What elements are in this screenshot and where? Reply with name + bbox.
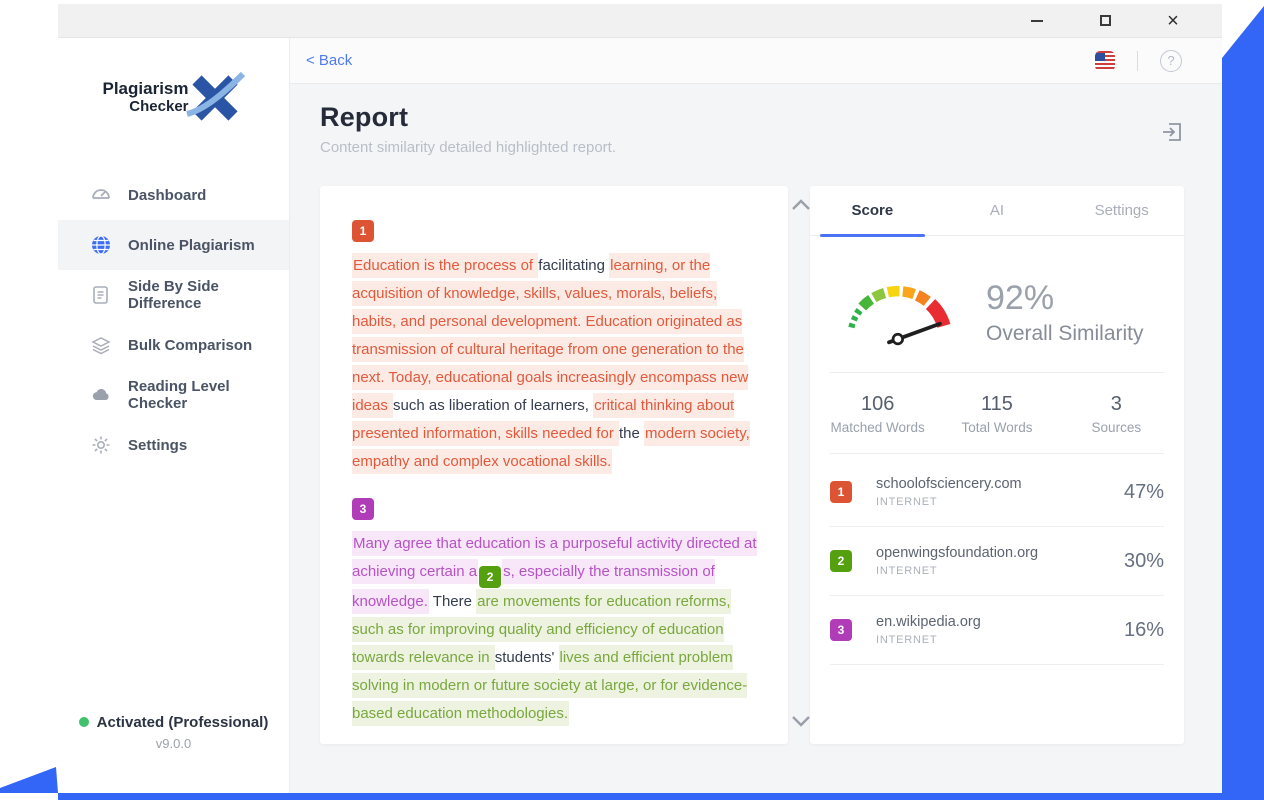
activation-status: Activated (Professional) v9.0.0 <box>58 714 289 752</box>
us-flag-icon[interactable] <box>1095 51 1115 71</box>
stat-value: 3 <box>1057 393 1176 416</box>
export-report-icon[interactable] <box>1160 120 1184 149</box>
source-percent: 30% <box>1124 550 1164 573</box>
sidebar-item-online-plagiarism[interactable]: Online Plagiarism <box>58 220 289 270</box>
tab-ai[interactable]: AI <box>935 186 1060 235</box>
source-type: INTERNET <box>876 496 1124 508</box>
tab-score[interactable]: Score <box>810 186 935 235</box>
source-badge-3[interactable]: 3 <box>352 498 374 520</box>
source-row-schoolofsciencery-com[interactable]: 1 schoolofsciencery.com INTERNET47% <box>830 458 1164 527</box>
doc-run: There <box>429 593 476 610</box>
sidebar-item-label: Dashboard <box>128 187 206 204</box>
source-list: 1schoolofsciencery.comINTERNET47%2openwi… <box>810 454 1184 665</box>
source-badge-2: 2 <box>830 550 852 572</box>
sidebar-item-label: Bulk Comparison <box>128 337 252 354</box>
stat-total-words: 115 Total Words <box>937 393 1056 435</box>
logo-text-line2: Checker <box>103 98 189 115</box>
doc-text: Education is the process of facilitating… <box>352 252 760 476</box>
help-icon[interactable]: ? <box>1160 50 1182 72</box>
page-subtitle: Content similarity detailed highlighted … <box>320 139 616 156</box>
doc-run: Education is the process of <box>352 253 538 278</box>
sidebar-item-label: Online Plagiarism <box>128 237 255 254</box>
overall-similarity-percent: 92% <box>986 279 1144 318</box>
source-badge-2[interactable]: 2 <box>479 566 501 588</box>
doc-paragraph: 1 Education is the process of facilitatin… <box>352 220 762 476</box>
doc-run: such as liberation of learners, <box>393 397 593 414</box>
doc-text: Many agree that education is a purposefu… <box>352 530 760 728</box>
scroll-down-icon[interactable] <box>790 714 812 733</box>
stat-label: Total Words <box>937 420 1056 435</box>
document-text: 1 Education is the process of facilitatin… <box>320 186 788 744</box>
logo-text-line1: Plagiarism <box>103 79 189 99</box>
source-badge-1: 1 <box>830 481 852 503</box>
document-icon <box>90 284 112 306</box>
stats-row: 106 Matched Words115 Total Words3 Sources <box>810 373 1184 453</box>
sidebar-nav: Dashboard Online Plagiarism Side By Side D… <box>58 170 289 470</box>
source-badge-3: 3 <box>830 619 852 641</box>
minimize-icon[interactable] <box>1022 8 1052 34</box>
stat-label: Sources <box>1057 420 1176 435</box>
logo-x-mark-icon <box>183 70 245 124</box>
doc-run: students' <box>495 649 559 666</box>
layers-icon <box>90 334 112 356</box>
stat-value: 115 <box>937 393 1056 416</box>
maximize-icon[interactable] <box>1090 8 1120 34</box>
activated-dot-icon <box>79 717 89 727</box>
content-area: Report Content similarity detailed highl… <box>290 84 1222 793</box>
sidebar-item-label: Side By Side Difference <box>128 278 289 312</box>
source-percent: 47% <box>1124 481 1164 504</box>
score-panel: ScoreAISettings 92% Overall Similarity 1… <box>810 186 1184 744</box>
source-percent: 16% <box>1124 619 1164 642</box>
tab-settings[interactable]: Settings <box>1059 186 1184 235</box>
sidebar-item-settings[interactable]: Settings <box>58 420 289 470</box>
dashboard-gauge-icon <box>90 184 112 206</box>
globe-icon <box>90 234 112 256</box>
score-panel-tabs: ScoreAISettings <box>810 186 1184 236</box>
overall-similarity-label: Overall Similarity <box>986 322 1144 346</box>
source-type: INTERNET <box>876 634 1124 646</box>
close-icon[interactable]: × <box>1158 8 1188 34</box>
cloud-icon <box>90 384 112 406</box>
sidebar-item-bulk-comparison[interactable]: Bulk Comparison <box>58 320 289 370</box>
sidebar-item-reading-level-checker[interactable]: Reading Level Checker <box>58 370 289 420</box>
source-domain: schoolofsciencery.com <box>876 476 1124 492</box>
sidebar: Plagiarism Checker Dashboard Online Plagi… <box>58 38 290 793</box>
app-window: × Plagiarism Checker Dashboard Online Pla… <box>0 0 1264 800</box>
sidebar-item-dashboard[interactable]: Dashboard <box>58 170 289 220</box>
sidebar-item-side-by-side-difference[interactable]: Side By Side Difference <box>58 270 289 320</box>
source-row-en-wikipedia-org[interactable]: 3 en.wikipedia.org INTERNET16% <box>830 596 1164 665</box>
content-topbar: < Back ? <box>290 38 1222 84</box>
source-domain: en.wikipedia.org <box>876 614 1124 630</box>
window-titlebar: × <box>58 4 1222 38</box>
source-row-openwingsfoundation-org[interactable]: 2 openwingsfoundation.org INTERNET30% <box>830 527 1164 596</box>
document-report-card: 1 Education is the process of facilitatin… <box>320 186 788 744</box>
app-logo: Plagiarism Checker <box>58 66 289 128</box>
similarity-gauge-icon <box>832 262 972 362</box>
page-title: Report <box>320 102 616 133</box>
source-type: INTERNET <box>876 565 1124 577</box>
sidebar-item-label: Reading Level Checker <box>128 378 289 412</box>
stat-label: Matched Words <box>818 420 937 435</box>
scroll-up-icon[interactable] <box>790 198 812 217</box>
app-version: v9.0.0 <box>58 736 289 751</box>
topbar-divider <box>1137 51 1138 71</box>
stat-sources: 3 Sources <box>1057 393 1176 435</box>
gear-icon <box>90 434 112 456</box>
stat-value: 106 <box>818 393 937 416</box>
doc-run: the <box>619 425 644 442</box>
sidebar-item-label: Settings <box>128 437 187 454</box>
doc-run: facilitating <box>538 257 609 274</box>
doc-paragraph: 3 Many agree that education is a purposef… <box>352 498 762 728</box>
activation-label: Activated (Professional) <box>97 714 269 731</box>
stat-matched-words: 106 Matched Words <box>818 393 937 435</box>
back-link[interactable]: < Back <box>306 52 352 69</box>
source-badge-1[interactable]: 1 <box>352 220 374 242</box>
source-domain: openwingsfoundation.org <box>876 545 1124 561</box>
